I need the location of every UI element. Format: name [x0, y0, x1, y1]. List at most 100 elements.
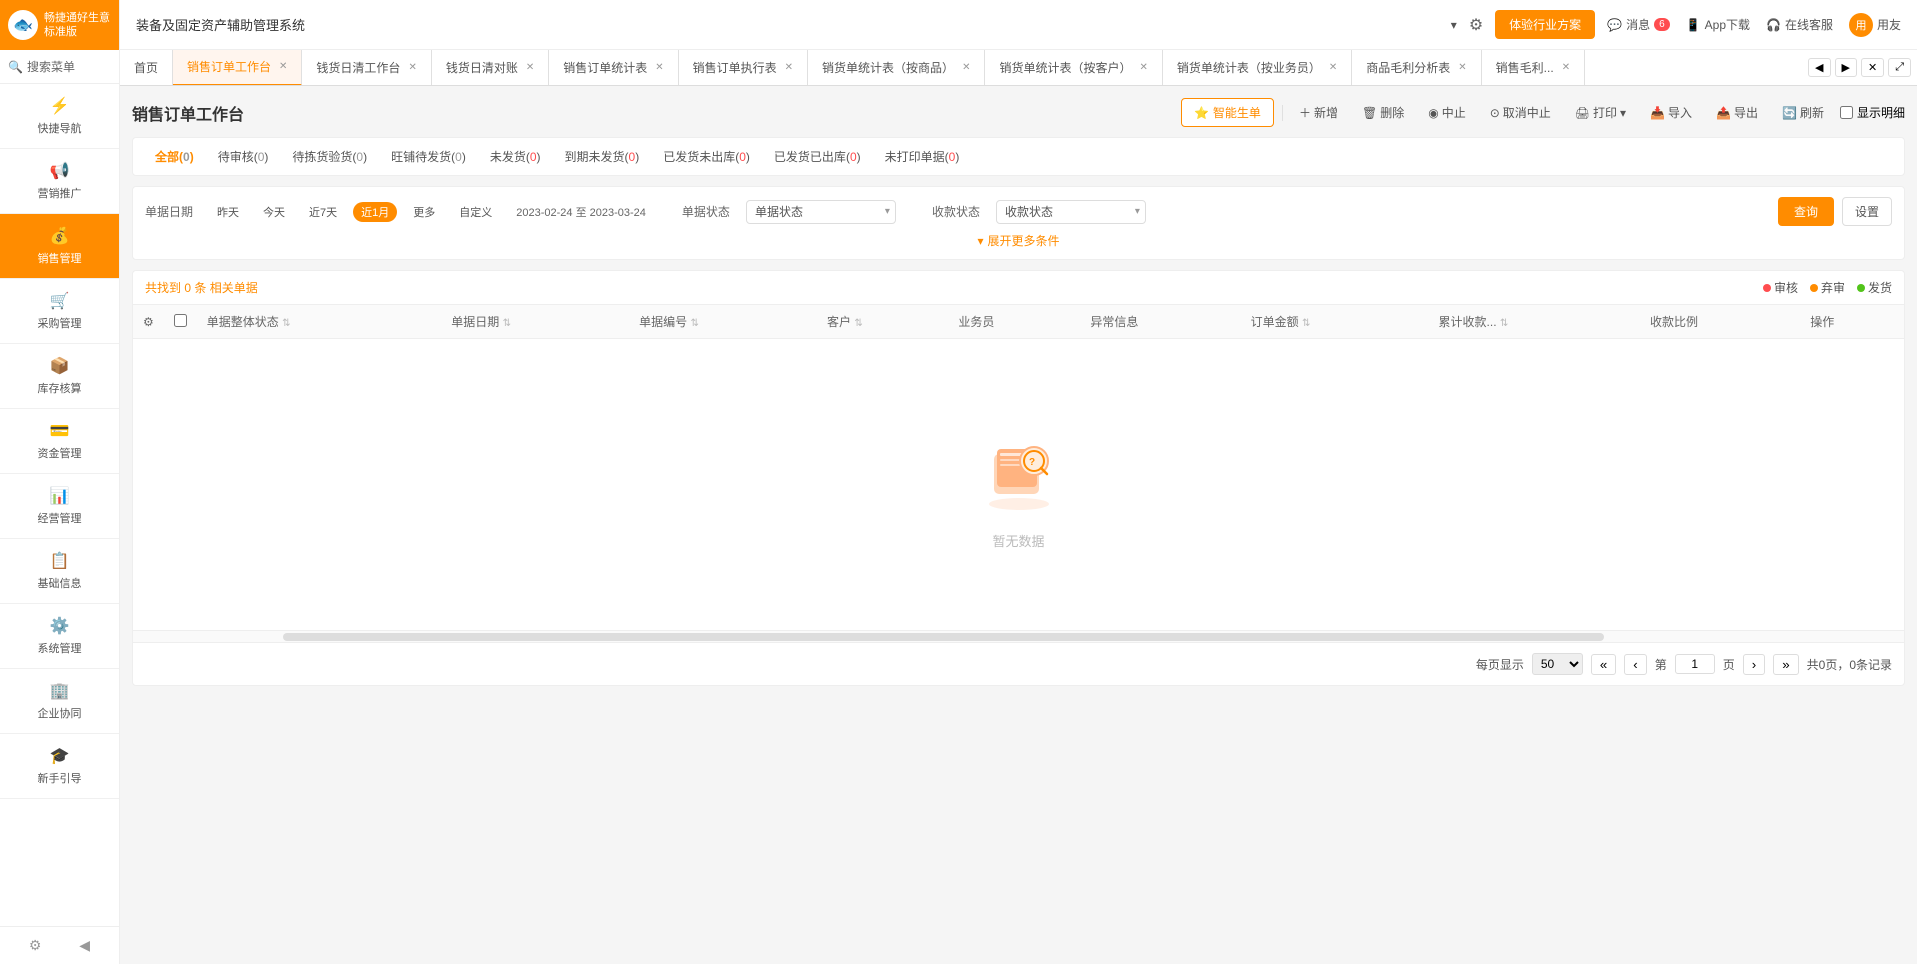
subtab-wangpu[interactable]: 旺铺待发货(0) [379, 144, 478, 169]
print-btn[interactable]: 🖨 打印 ▾ [1567, 99, 1634, 126]
sidebar-item-finance[interactable]: 💳 资金管理 [0, 409, 119, 474]
tab-sales-amount[interactable]: 销售毛利... ✕ [1482, 50, 1585, 86]
tab-cash-reconcile[interactable]: 钱货日清对账 ✕ [432, 50, 549, 86]
sidebar-item-purchase[interactable]: 🛒 采购管理 [0, 279, 119, 344]
export-btn[interactable]: 📤 导出 [1708, 99, 1766, 126]
tab-close-all-btn[interactable]: ✕ [1861, 58, 1884, 77]
review-action-btn[interactable]: 审核 [1763, 279, 1798, 296]
page-last-btn[interactable]: » [1773, 654, 1798, 675]
sidebar-item-guide[interactable]: 🎓 新手引导 [0, 734, 119, 799]
page-prev-btn[interactable]: ‹ [1624, 654, 1646, 675]
collapse-sidebar-btn[interactable]: ◀ [79, 937, 90, 954]
expand-filter-btn[interactable]: ▾ 展开更多条件 [145, 232, 1892, 249]
page-size-select[interactable]: 50 10 20 100 [1532, 653, 1583, 675]
tab-sales-stat3[interactable]: 销货单统计表（按客户） ✕ [985, 50, 1162, 86]
subtab-not-printed[interactable]: 未打印单据(0) [873, 144, 972, 169]
show-detail-checkbox[interactable] [1840, 106, 1853, 119]
tab-sales-stat1[interactable]: 销售订单统计表 ✕ [549, 50, 678, 86]
sidebar-item-marketing[interactable]: 📢 营销推广 [0, 149, 119, 214]
set-btn[interactable]: 设置 [1842, 197, 1892, 226]
cancel-review-action-btn[interactable]: 弃审 [1810, 279, 1845, 296]
marketing-icon: 📢 [50, 161, 70, 181]
search-menu[interactable]: 🔍 搜索菜单 [0, 50, 119, 84]
industry-solution-btn[interactable]: 体验行业方案 [1495, 10, 1595, 39]
page-next-btn[interactable]: › [1743, 654, 1765, 675]
system-dropdown[interactable]: ▾ [1451, 18, 1457, 32]
online-service-btn[interactable]: 🎧 在线客服 [1766, 16, 1833, 33]
date-btn-yesterday[interactable]: 昨天 [209, 202, 247, 222]
subtab-shipped-out[interactable]: 已发货已出库(0) [762, 144, 873, 169]
smart-create-btn[interactable]: ⭐ 智能生单 [1181, 98, 1274, 127]
user-menu[interactable]: 用 用友 [1849, 13, 1901, 37]
tab-close-profit[interactable]: ✕ [1458, 62, 1466, 73]
sort-arrows-amount[interactable]: ⇅ [1302, 318, 1310, 329]
tab-next-btn[interactable]: ▶ [1835, 58, 1857, 77]
subtab-pending-inspect[interactable]: 待拣货验货(0) [280, 144, 379, 169]
tab-close-sales-stat3[interactable]: ✕ [1139, 62, 1147, 73]
sidebar-item-quick-nav[interactable]: ⚡ 快捷导航 [0, 84, 119, 149]
date-btn-more[interactable]: 更多 [405, 202, 443, 222]
page-header: 销售订单工作台 ⭐ 智能生单 ＋ 新增 🗑 删除 ◉ 中止 [132, 98, 1905, 127]
tab-close-sales-stat4[interactable]: ✕ [1329, 62, 1337, 73]
sidebar-item-enterprise[interactable]: 🏢 企业协同 [0, 669, 119, 734]
subtab-pending-review[interactable]: 待审核(0) [206, 144, 281, 169]
message-btn[interactable]: 💬 消息 6 [1607, 16, 1670, 33]
select-all-checkbox[interactable] [174, 314, 187, 327]
date-btn-today[interactable]: 今天 [255, 202, 293, 222]
tab-home[interactable]: 首页 [120, 50, 173, 86]
import-btn[interactable]: 📥 导入 [1642, 99, 1700, 126]
sort-arrows-customer[interactable]: ⇅ [854, 318, 862, 329]
sidebar-item-operations[interactable]: 📊 经营管理 [0, 474, 119, 539]
tab-close-sales-stat1[interactable]: ✕ [655, 62, 663, 73]
sort-arrows-date[interactable]: ⇅ [503, 318, 511, 329]
date-filter-label: 单据日期 [145, 203, 193, 220]
tab-close-cash-reconcile[interactable]: ✕ [526, 62, 534, 73]
tab-close-sales-stat2[interactable]: ✕ [962, 62, 970, 73]
page-first-btn[interactable]: « [1591, 654, 1616, 675]
page-number-input[interactable] [1675, 654, 1715, 674]
tab-sales-exec[interactable]: 销售订单执行表 ✕ [679, 50, 808, 86]
subtab-all[interactable]: 全部(0) [143, 144, 206, 169]
ship-action-btn[interactable]: 发货 [1857, 279, 1892, 296]
sidebar-item-system[interactable]: ⚙️ 系统管理 [0, 604, 119, 669]
app-download-btn[interactable]: 📱 App下载 [1686, 16, 1750, 33]
tab-sales-workbench[interactable]: 销售订单工作台 ✕ [173, 50, 302, 86]
topbar-settings-icon[interactable]: ⚙ [1469, 15, 1483, 35]
tab-cash-daily[interactable]: 钱货日清工作台 ✕ [302, 50, 431, 86]
query-btn[interactable]: 查询 [1778, 197, 1834, 226]
horizontal-scrollbar[interactable] [133, 630, 1904, 642]
status-select[interactable]: 单据状态 [746, 200, 896, 224]
stop-btn[interactable]: ◉ 中止 [1420, 99, 1474, 126]
subtab-shipped-not-out[interactable]: 已发货未出库(0) [651, 144, 762, 169]
tab-profit[interactable]: 商品毛利分析表 ✕ [1352, 50, 1481, 86]
delete-btn[interactable]: 🗑 删除 [1354, 99, 1412, 126]
add-btn[interactable]: ＋ 新增 [1291, 99, 1346, 126]
settings-bottom-btn[interactable]: ⚙ [29, 937, 42, 954]
sidebar-item-sales[interactable]: 💰 销售管理 [0, 214, 119, 279]
refresh-btn[interactable]: 🔄 刷新 [1774, 99, 1832, 126]
th-checkbox[interactable] [164, 305, 197, 339]
subtab-not-shipped[interactable]: 未发货(0) [478, 144, 553, 169]
tab-close-sales-amount[interactable]: ✕ [1562, 62, 1570, 73]
sort-arrows-number[interactable]: ⇅ [690, 318, 698, 329]
cancel-stop-btn[interactable]: ⊙ 取消中止 [1482, 99, 1559, 126]
tab-sales-stat2[interactable]: 销货单统计表（按商品） ✕ [808, 50, 985, 86]
page-title: 销售订单工作台 [132, 101, 244, 125]
date-btn-custom[interactable]: 自定义 [451, 202, 500, 222]
subtab-expired-not-shipped[interactable]: 到期未发货(0) [553, 144, 652, 169]
sidebar-item-basic-info[interactable]: 📋 基础信息 [0, 539, 119, 604]
sidebar-item-inventory[interactable]: 📦 库存核算 [0, 344, 119, 409]
tab-close-cash-daily[interactable]: ✕ [408, 62, 416, 73]
payment-select[interactable]: 收款状态 [996, 200, 1146, 224]
sort-arrows-status[interactable]: ⇅ [282, 318, 290, 329]
tab-close-sales-exec[interactable]: ✕ [785, 62, 793, 73]
tab-sales-stat4[interactable]: 销货单统计表（按业务员） ✕ [1163, 50, 1352, 86]
show-detail-checkbox-label[interactable]: 显示明细 [1840, 104, 1905, 121]
sort-arrows-collected[interactable]: ⇅ [1500, 318, 1508, 329]
date-btn-1month[interactable]: 近1月 [353, 202, 397, 222]
date-btn-7days[interactable]: 近7天 [301, 202, 345, 222]
tab-maximize-btn[interactable]: ⤢ [1888, 58, 1911, 77]
tab-close-sales-workbench[interactable]: ✕ [279, 61, 287, 72]
th-settings[interactable]: ⚙ [133, 305, 164, 339]
tab-prev-btn[interactable]: ◀ [1808, 58, 1830, 77]
